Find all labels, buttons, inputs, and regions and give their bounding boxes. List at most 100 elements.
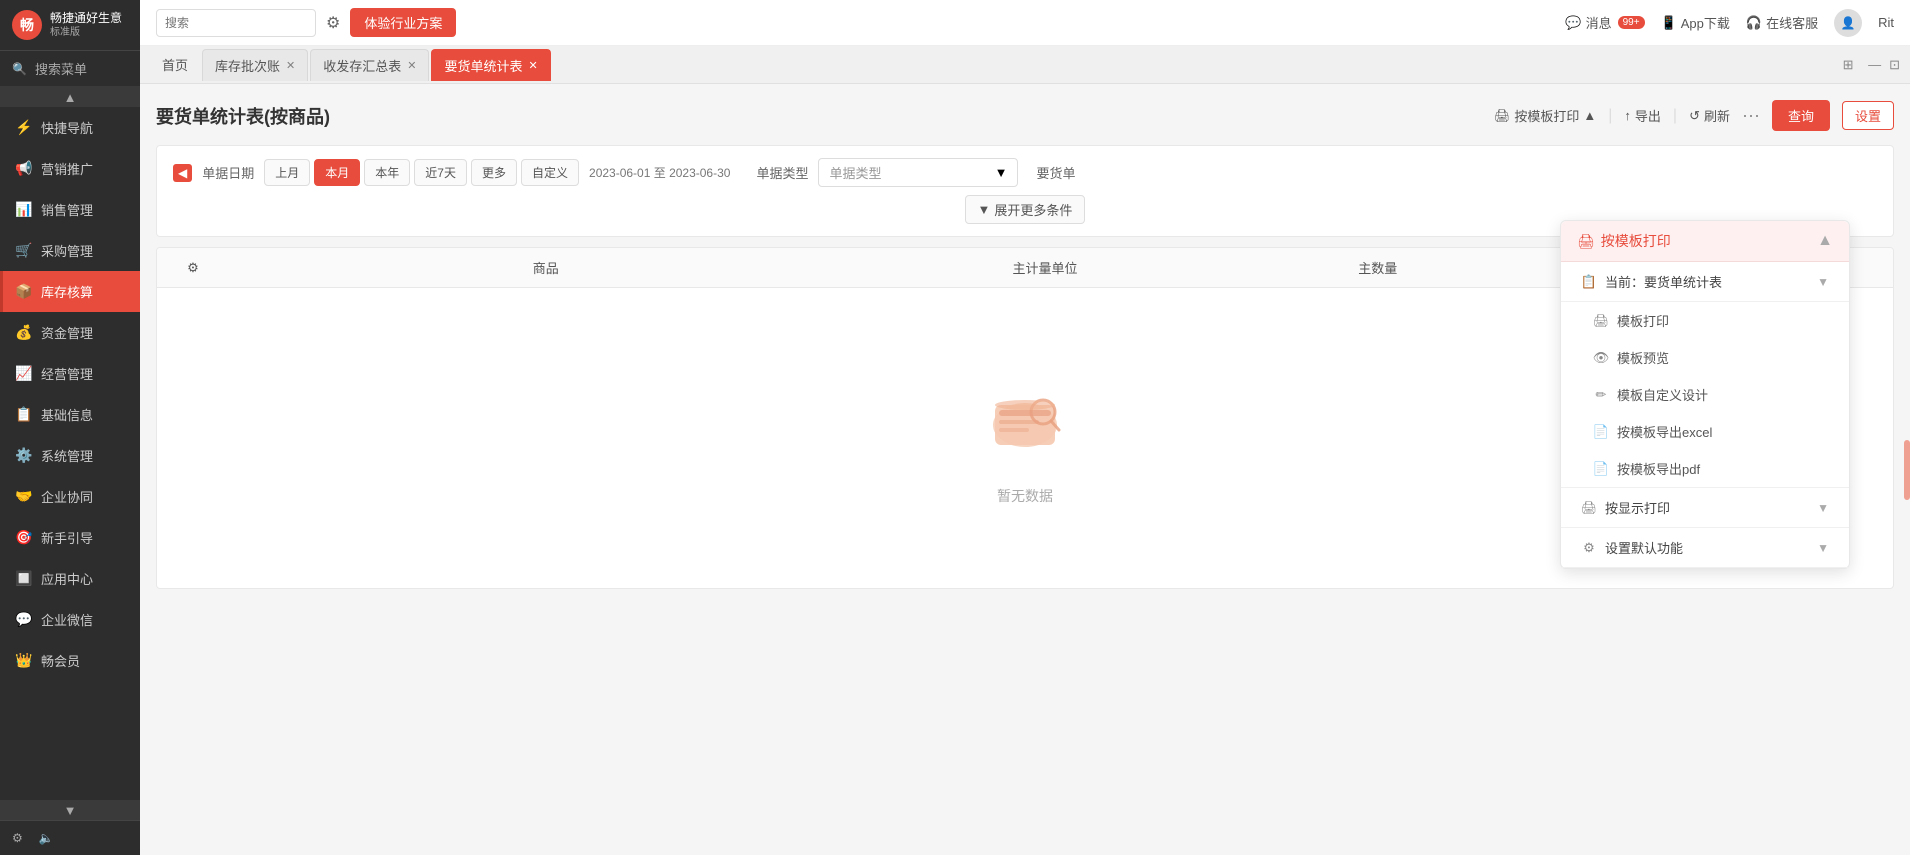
message-icon: 💬: [1565, 15, 1581, 31]
sales-icon: 📊: [15, 201, 33, 218]
page-title: 要货单统计表(按商品): [156, 103, 330, 129]
tabs-expand-btn[interactable]: ⊞: [1836, 53, 1860, 77]
dropdown-display-section: 🖨 按显示打印 ▼: [1561, 488, 1849, 528]
query-btn[interactable]: 查询: [1772, 100, 1830, 131]
type-selector-value: 单据类型: [829, 163, 881, 182]
avatar-image: 👤: [1834, 9, 1862, 37]
dropdown-template-print[interactable]: 🖨 模板打印: [1561, 302, 1849, 339]
sidebar-item-quick-nav[interactable]: ⚡ 快捷导航: [0, 107, 140, 148]
expand-filter-btn[interactable]: ▼ 展开更多条件: [965, 195, 1086, 224]
experience-btn[interactable]: 体验行业方案: [350, 8, 456, 37]
default-fn-icon: ⚙: [1581, 540, 1597, 556]
date-filter-label: 单据日期: [202, 163, 254, 182]
sidebar-scroll-up[interactable]: ▲: [0, 87, 140, 107]
filter-collapse-btn[interactable]: ◀: [173, 164, 192, 182]
sidebar-item-operations[interactable]: 📈 经营管理: [0, 353, 140, 394]
purchase-icon: 🛒: [15, 242, 33, 259]
dropdown-template-preview[interactable]: 👁 模板预览: [1561, 339, 1849, 376]
app-name: 畅捷通好生意 标准版: [50, 11, 122, 40]
collab-icon: 🤝: [15, 488, 33, 505]
print-chevron-icon: ▲: [1583, 108, 1596, 123]
tabs-maximize-icon[interactable]: ⊡: [1889, 57, 1900, 73]
topbar-right: 💬 消息 99+ 📱 App下载 🎧 在线客服 👤 Rit: [1565, 9, 1894, 37]
search-input[interactable]: [156, 9, 316, 37]
date-btn-custom[interactable]: 自定义: [521, 159, 579, 186]
topbar-gear-icon[interactable]: ⚙: [326, 13, 340, 33]
resize-handle[interactable]: [1904, 440, 1910, 500]
dropdown-current-item[interactable]: 📋 当前：要货单统计表 ▼: [1561, 262, 1849, 301]
refresh-icon: ↺: [1689, 108, 1700, 124]
dropdown-template-custom[interactable]: ✏ 模板自定义设计: [1561, 376, 1849, 413]
date-btn-current[interactable]: 本月: [314, 159, 360, 186]
tab-order-stats-close[interactable]: ✕: [529, 59, 538, 72]
sidebar-item-corp-wechat[interactable]: 💬 企业微信: [0, 599, 140, 640]
sidebar-nav: ⚡ 快捷导航 📢 营销推广 📊 销售管理 🛒 采购管理 📦 库存核算 💰 资金管…: [0, 107, 140, 800]
sidebar-bottom: ⚙ 🔈: [0, 820, 140, 855]
sidebar-item-purchase[interactable]: 🛒 采购管理: [0, 230, 140, 271]
tab-inventory-batch[interactable]: 库存批次账 ✕: [202, 49, 308, 81]
dropdown-template-excel[interactable]: 📄 按模板导出excel: [1561, 413, 1849, 450]
sidebar-item-sales[interactable]: 📊 销售管理: [0, 189, 140, 230]
empty-illustration: [975, 370, 1075, 470]
basics-icon: 📋: [15, 406, 33, 423]
print-dropdown-close-btn[interactable]: ▲: [1817, 232, 1833, 250]
sidebar-settings-icon[interactable]: ⚙: [12, 831, 23, 845]
more-options-icon[interactable]: ···: [1742, 105, 1760, 126]
sidebar-item-guide[interactable]: 🎯 新手引导: [0, 517, 140, 558]
type-selector-chevron: ▼: [995, 165, 1008, 180]
sidebar-item-app-center[interactable]: 🔲 应用中心: [0, 558, 140, 599]
tabs-minimize-icon[interactable]: —: [1868, 57, 1881, 72]
sidebar-item-collab[interactable]: 🤝 企业协同: [0, 476, 140, 517]
username-label: Rit: [1878, 15, 1894, 30]
dropdown-template-pdf[interactable]: 📄 按模板导出pdf: [1561, 450, 1849, 487]
operations-icon: 📈: [15, 365, 33, 382]
export-btn[interactable]: ↑ 导出: [1624, 106, 1661, 125]
sidebar-item-basics[interactable]: 📋 基础信息: [0, 394, 140, 435]
dropdown-display-print[interactable]: 🖨 按显示打印 ▼: [1561, 488, 1849, 527]
col-product: 商品: [213, 258, 879, 277]
print-icon: 🖨: [1494, 108, 1511, 124]
expand-icon: ▼: [978, 202, 991, 217]
date-btn-more[interactable]: 更多: [471, 159, 517, 186]
tab-home[interactable]: 首页: [150, 49, 200, 80]
empty-text: 暂无数据: [997, 486, 1053, 506]
settings-btn[interactable]: 设置: [1842, 101, 1894, 130]
sidebar-item-system[interactable]: ⚙️ 系统管理: [0, 435, 140, 476]
date-btn-year[interactable]: 本年: [364, 159, 410, 186]
dropdown-default-inner: ⚙ 设置默认功能: [1581, 538, 1683, 557]
app-center-icon: 🔲: [15, 570, 33, 587]
system-icon: ⚙️: [15, 447, 33, 464]
tab-receipt-summary[interactable]: 收发存汇总表 ✕: [310, 49, 429, 81]
empty-state: 暂无数据: [915, 310, 1135, 566]
finance-icon: 💰: [15, 324, 33, 341]
messages-btn[interactable]: 💬 消息 99+: [1565, 13, 1644, 32]
refresh-btn[interactable]: ↺ 刷新: [1689, 106, 1730, 125]
sidebar-speaker-icon[interactable]: 🔈: [39, 831, 54, 845]
tab-receipt-summary-close[interactable]: ✕: [407, 59, 416, 72]
app-download-btn[interactable]: 📱 App下载: [1661, 13, 1730, 32]
tab-order-stats[interactable]: 要货单统计表 ✕: [431, 49, 550, 81]
app-download-icon: 📱: [1661, 15, 1677, 31]
display-print-icon: 🖨: [1581, 500, 1597, 516]
col-settings[interactable]: ⚙: [173, 260, 213, 276]
tab-inventory-batch-close[interactable]: ✕: [286, 59, 295, 72]
dropdown-default-section: ⚙ 设置默认功能 ▼: [1561, 528, 1849, 568]
divider-1: |: [1608, 107, 1612, 125]
content-area: 要货单统计表(按商品) 🖨 按模板打印 ▲ | ↑ 导出 | ↺ 刷新 ···: [140, 84, 1910, 855]
sidebar-search[interactable]: 🔍 搜索菜单: [0, 51, 140, 87]
filter-expand-arrow[interactable]: ◀: [173, 164, 192, 182]
dropdown-default-fn[interactable]: ⚙ 设置默认功能 ▼: [1561, 528, 1849, 567]
user-avatar[interactable]: 👤: [1834, 9, 1862, 37]
print-btn[interactable]: 🖨 按模板打印 ▲: [1494, 106, 1596, 125]
current-chevron-icon: ▼: [1817, 275, 1829, 289]
sidebar-item-inventory[interactable]: 📦 库存核算: [0, 271, 140, 312]
online-support-btn[interactable]: 🎧 在线客服: [1746, 13, 1818, 32]
date-range-display: 2023-06-01 至 2023-06-30: [589, 164, 730, 181]
date-btn-prev[interactable]: 上月: [264, 159, 310, 186]
date-btn-week7[interactable]: 近7天: [414, 159, 467, 186]
sidebar-item-finance[interactable]: 💰 资金管理: [0, 312, 140, 353]
sidebar-item-marketing[interactable]: 📢 营销推广: [0, 148, 140, 189]
sidebar-item-vip[interactable]: 👑 畅会员: [0, 640, 140, 681]
sidebar-scroll-down[interactable]: ▼: [0, 800, 140, 820]
type-selector[interactable]: 单据类型 ▼: [818, 158, 1018, 187]
